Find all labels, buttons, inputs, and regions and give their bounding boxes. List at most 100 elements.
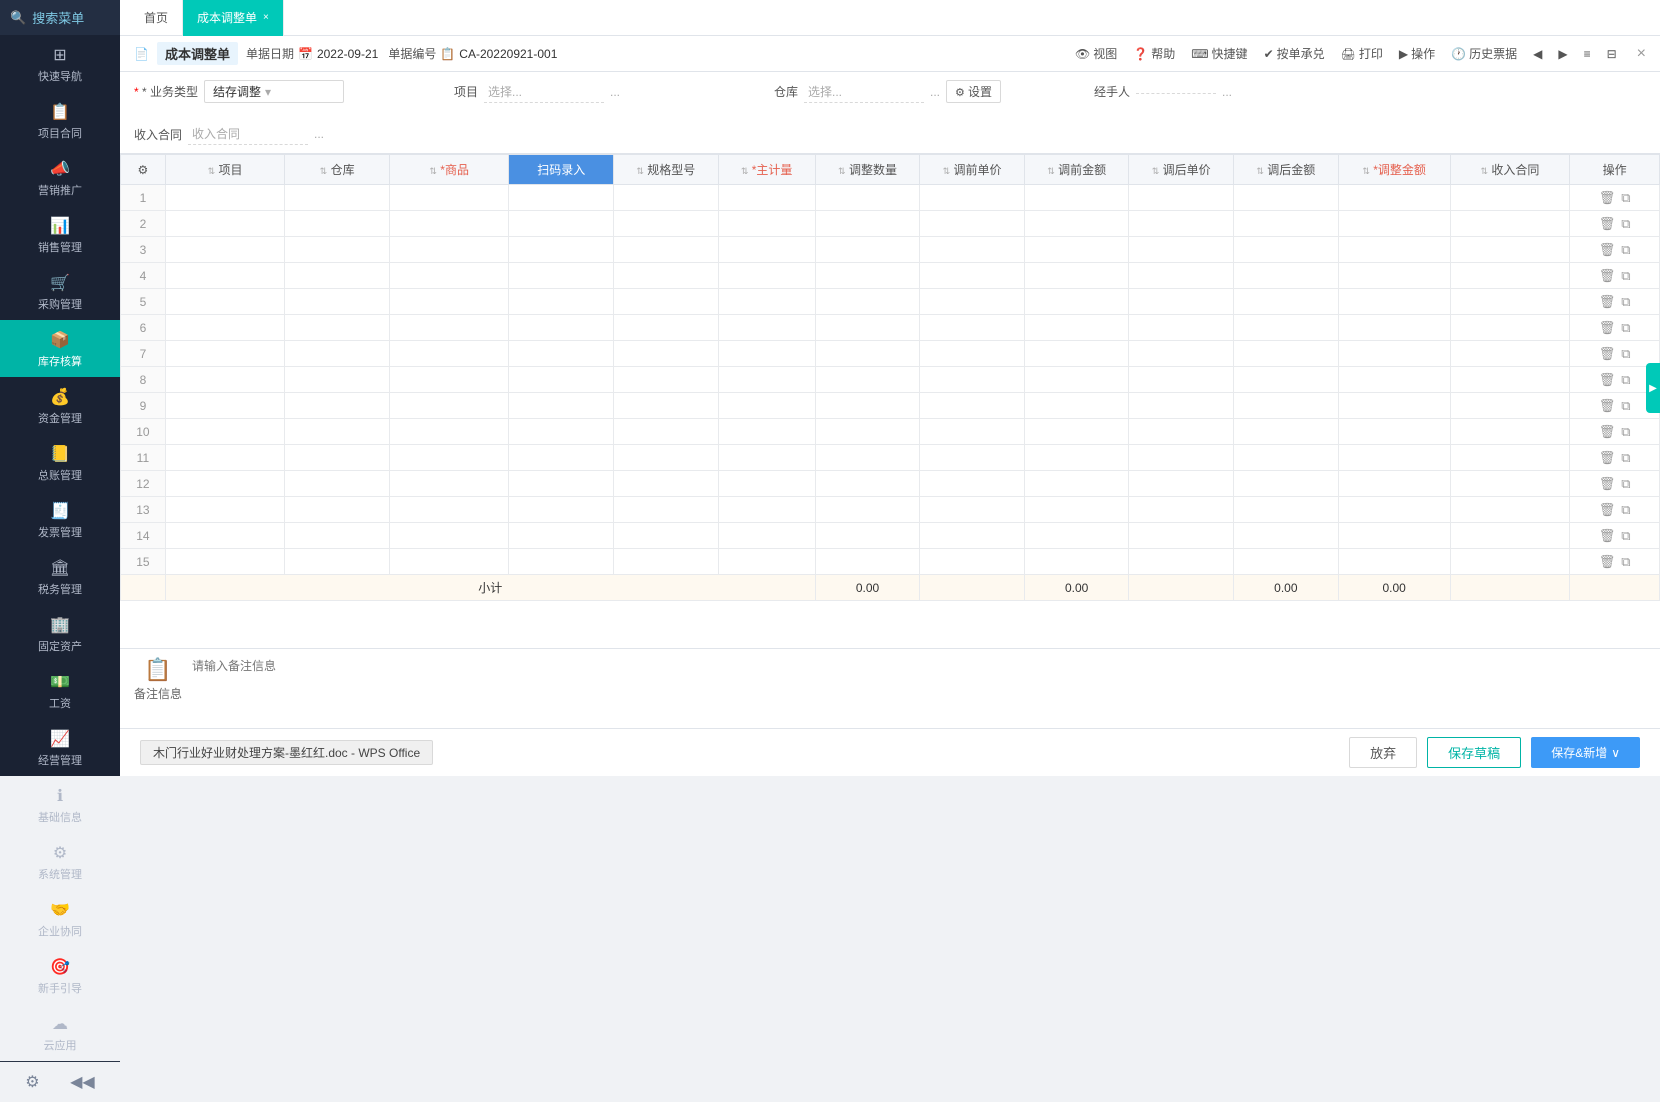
copy-row-icon[interactable]: ⧉ xyxy=(1621,502,1630,518)
table-cell[interactable] xyxy=(1129,419,1234,445)
table-cell[interactable] xyxy=(285,523,390,549)
save-new-btn[interactable]: 保存&新增 ∨ xyxy=(1531,737,1640,768)
project-dots[interactable]: ... xyxy=(610,85,620,99)
help-btn[interactable]: ❓ 帮助 xyxy=(1129,43,1179,64)
delete-row-icon[interactable]: 🗑 xyxy=(1599,528,1616,544)
table-cell[interactable] xyxy=(1129,445,1234,471)
delete-row-icon[interactable]: 🗑 xyxy=(1599,476,1616,492)
table-cell[interactable] xyxy=(614,289,719,315)
sidebar-settings-icon[interactable]: ⚙ xyxy=(25,1072,39,1092)
sidebar-item-payroll[interactable]: 💵 工资 xyxy=(0,662,120,719)
table-cell[interactable] xyxy=(614,211,719,237)
table-cell[interactable] xyxy=(920,315,1025,341)
col-warehouse[interactable]: ⇅ 仓库 xyxy=(285,155,390,185)
table-cell[interactable] xyxy=(614,523,719,549)
table-cell[interactable] xyxy=(1234,393,1339,419)
table-cell[interactable] xyxy=(389,237,509,263)
table-cell[interactable] xyxy=(1129,471,1234,497)
save-draft-btn[interactable]: 保存草稿 xyxy=(1427,737,1521,768)
tab-close-icon[interactable]: × xyxy=(263,12,269,23)
list-view-icon[interactable]: ≡ xyxy=(1580,45,1595,63)
table-cell[interactable] xyxy=(389,367,509,393)
table-cell[interactable] xyxy=(509,445,614,471)
table-cell[interactable] xyxy=(920,185,1025,211)
table-cell[interactable] xyxy=(815,263,920,289)
table-cell[interactable] xyxy=(1450,185,1570,211)
table-cell[interactable] xyxy=(1450,471,1570,497)
table-cell[interactable] xyxy=(1129,315,1234,341)
table-cell[interactable] xyxy=(1234,315,1339,341)
table-cell[interactable] xyxy=(1024,263,1129,289)
sidebar-item-inventory-calc[interactable]: 📦 库存核算 xyxy=(0,320,120,377)
delete-row-icon[interactable]: 🗑 xyxy=(1599,242,1616,258)
table-cell[interactable] xyxy=(285,211,390,237)
copy-row-icon[interactable]: ⧉ xyxy=(1621,242,1630,258)
table-cell[interactable] xyxy=(1234,263,1339,289)
income-contract-dots[interactable]: ... xyxy=(314,127,324,141)
table-cell[interactable] xyxy=(1129,185,1234,211)
table-cell[interactable] xyxy=(1234,523,1339,549)
delete-row-icon[interactable]: 🗑 xyxy=(1599,398,1616,414)
table-cell[interactable] xyxy=(509,341,614,367)
table-cell[interactable] xyxy=(718,211,815,237)
table-cell[interactable] xyxy=(1338,185,1450,211)
table-cell[interactable] xyxy=(718,497,815,523)
table-cell[interactable] xyxy=(285,471,390,497)
table-cell[interactable] xyxy=(815,237,920,263)
table-cell[interactable] xyxy=(1450,367,1570,393)
business-type-select[interactable]: 结存调整 ▾ xyxy=(204,80,344,103)
sidebar-item-purchase-mgmt[interactable]: 🛒 采购管理 xyxy=(0,263,120,320)
table-cell[interactable] xyxy=(509,289,614,315)
table-cell[interactable] xyxy=(165,263,285,289)
copy-row-icon[interactable]: ⧉ xyxy=(1621,424,1630,440)
copy-row-icon[interactable]: ⧉ xyxy=(1621,398,1630,414)
table-cell[interactable] xyxy=(718,445,815,471)
col-pre-price[interactable]: ⇅ 调前单价 xyxy=(920,155,1025,185)
delete-row-icon[interactable]: 🗑 xyxy=(1599,190,1616,206)
table-cell[interactable] xyxy=(1450,445,1570,471)
delete-row-icon[interactable]: 🗑 xyxy=(1599,450,1616,466)
sidebar-item-system-mgmt[interactable]: ⚙ 系统管理 xyxy=(0,833,120,890)
table-cell[interactable] xyxy=(614,185,719,211)
table-cell[interactable] xyxy=(285,315,390,341)
side-handle[interactable]: ▶ xyxy=(1646,363,1660,413)
delete-row-icon[interactable]: 🗑 xyxy=(1599,216,1616,232)
sidebar-item-project-contract[interactable]: 📋 项目合同 xyxy=(0,92,120,149)
table-cell[interactable] xyxy=(1024,393,1129,419)
table-cell[interactable] xyxy=(389,211,509,237)
copy-row-icon[interactable]: ⧉ xyxy=(1621,346,1630,362)
col-pre-amt[interactable]: ⇅ 调前金额 xyxy=(1024,155,1129,185)
table-cell[interactable] xyxy=(1450,419,1570,445)
table-cell[interactable] xyxy=(1338,211,1450,237)
table-cell[interactable] xyxy=(389,523,509,549)
col-after-price[interactable]: ⇅ 调后单价 xyxy=(1129,155,1234,185)
table-cell[interactable] xyxy=(1450,263,1570,289)
warehouse-dots[interactable]: ... xyxy=(930,85,940,99)
nav-next-btn[interactable]: ▶ xyxy=(1554,45,1571,63)
table-cell[interactable] xyxy=(815,549,920,575)
agent-input[interactable] xyxy=(1136,89,1216,94)
table-cell[interactable] xyxy=(285,289,390,315)
table-cell[interactable] xyxy=(815,497,920,523)
table-cell[interactable] xyxy=(1338,445,1450,471)
copy-row-icon[interactable]: ⧉ xyxy=(1621,554,1630,570)
table-cell[interactable] xyxy=(285,237,390,263)
delete-row-icon[interactable]: 🗑 xyxy=(1599,346,1616,362)
table-cell[interactable] xyxy=(815,523,920,549)
table-cell[interactable] xyxy=(1450,341,1570,367)
table-cell[interactable] xyxy=(1234,237,1339,263)
delete-row-icon[interactable]: 🗑 xyxy=(1599,502,1616,518)
view-btn[interactable]: 👁 视图 xyxy=(1071,43,1121,64)
table-cell[interactable] xyxy=(815,341,920,367)
table-cell[interactable] xyxy=(1234,367,1339,393)
abandon-btn[interactable]: 放弃 xyxy=(1349,737,1417,768)
table-cell[interactable] xyxy=(614,393,719,419)
table-cell[interactable] xyxy=(1024,341,1129,367)
table-cell[interactable] xyxy=(920,497,1025,523)
table-cell[interactable] xyxy=(1024,289,1129,315)
table-cell[interactable] xyxy=(718,289,815,315)
table-cell[interactable] xyxy=(509,185,614,211)
sidebar-item-capital-mgmt[interactable]: 💰 资金管理 xyxy=(0,377,120,434)
table-cell[interactable] xyxy=(509,237,614,263)
copy-row-icon[interactable]: ⧉ xyxy=(1621,190,1630,206)
